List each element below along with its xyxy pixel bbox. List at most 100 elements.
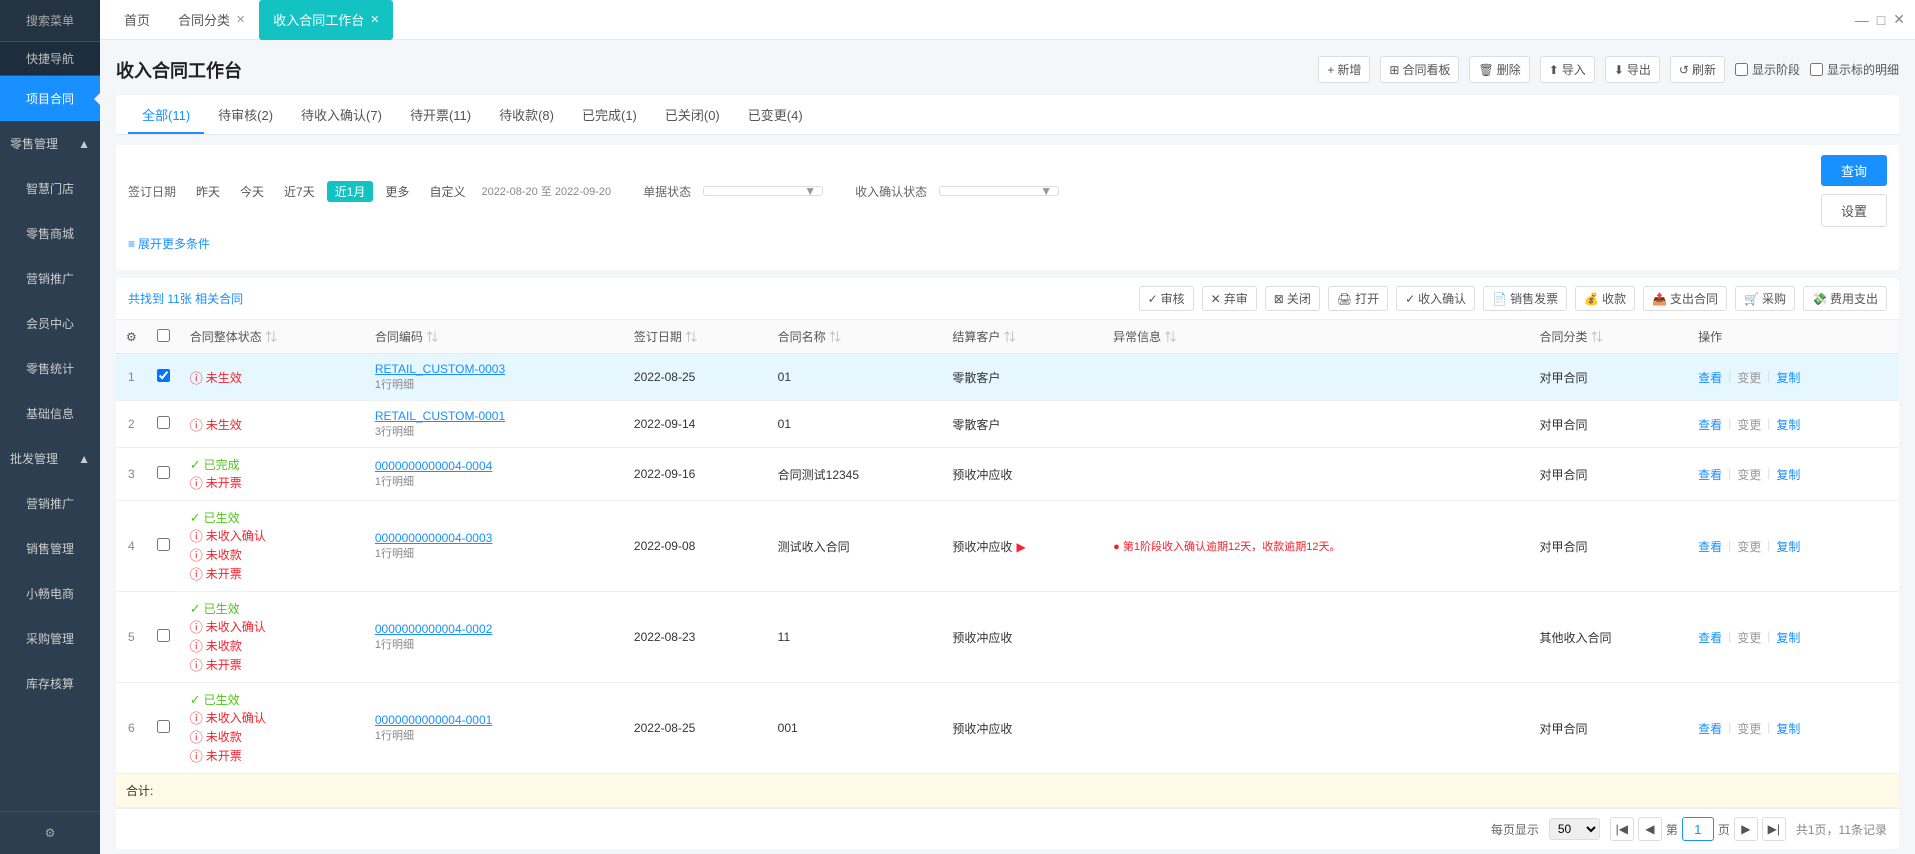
filter-tab-changed[interactable]: 已变更(4): [734, 95, 817, 134]
sidebar-item-marketing[interactable]: 营销推广: [0, 256, 100, 301]
import-button[interactable]: ⬆ 导入: [1540, 56, 1595, 83]
contract-code-link[interactable]: 0000000000004-0004: [375, 459, 492, 473]
date-today[interactable]: 今天: [232, 181, 272, 202]
tab-close-income-contract[interactable]: ✕: [370, 13, 379, 26]
income-confirm-select[interactable]: ▼: [939, 186, 1059, 196]
tab-close-contract-category[interactable]: ✕: [236, 13, 245, 26]
sidebar-quick-nav[interactable]: 快捷导航: [0, 42, 100, 76]
refresh-button[interactable]: ↺ 刷新: [1670, 56, 1725, 83]
col-error-info[interactable]: 异常信息 ⇅: [1103, 320, 1529, 354]
set-button[interactable]: 设置: [1821, 194, 1887, 227]
sidebar-item-xiaocc[interactable]: 小畅电商: [0, 571, 100, 616]
purchase-btn[interactable]: 🛒 采购: [1735, 286, 1795, 311]
sidebar-item-project[interactable]: 项目合同: [0, 76, 100, 121]
action-复制[interactable]: 复制: [1776, 369, 1800, 386]
last-page-btn[interactable]: ▶|: [1762, 817, 1786, 841]
sidebar-item-inventory[interactable]: 库存核算: [0, 661, 100, 706]
action-复制[interactable]: 复制: [1776, 466, 1800, 483]
action-变更[interactable]: 变更: [1737, 538, 1761, 555]
show-detail-checkbox[interactable]: 显示标的明细: [1810, 61, 1899, 78]
cost-out-btn[interactable]: 💸 费用支出: [1803, 286, 1887, 311]
row-checkbox-cell[interactable]: [147, 354, 180, 401]
first-page-btn[interactable]: |◀: [1610, 817, 1634, 841]
print-btn[interactable]: 🖨 打开: [1328, 286, 1388, 311]
prev-page-btn[interactable]: ◀: [1638, 817, 1662, 841]
abandon-btn[interactable]: ✕ 弃审: [1202, 286, 1257, 311]
window-close[interactable]: ✕: [1893, 11, 1905, 28]
close-btn[interactable]: ⊠ 关闭: [1265, 286, 1320, 311]
doc-status-select[interactable]: ▼: [703, 186, 823, 196]
action-查看[interactable]: 查看: [1698, 466, 1722, 483]
action-变更[interactable]: 变更: [1737, 629, 1761, 646]
col-sign-date[interactable]: 签订日期 ⇅: [624, 320, 768, 354]
new-button[interactable]: + 新增: [1318, 56, 1370, 83]
export-button[interactable]: ⬇ 导出: [1605, 56, 1660, 83]
current-page-input[interactable]: [1682, 817, 1714, 841]
contract-code-link[interactable]: RETAIL_CUSTOM-0003: [375, 362, 505, 376]
col-contract-type[interactable]: 合同分类 ⇅: [1530, 320, 1689, 354]
tab-home[interactable]: 首页: [110, 0, 164, 40]
sidebar-item-member[interactable]: 会员中心: [0, 301, 100, 346]
sidebar-item-basic-info[interactable]: 基础信息: [0, 391, 100, 436]
date-last7[interactable]: 近7天: [276, 181, 323, 202]
tab-income-contract[interactable]: 收入合同工作台 ✕: [259, 0, 393, 40]
row-checkbox-cell[interactable]: [147, 592, 180, 683]
contract-code-link[interactable]: 0000000000004-0003: [375, 531, 492, 545]
action-查看[interactable]: 查看: [1698, 369, 1722, 386]
date-custom[interactable]: 自定义: [421, 181, 473, 202]
sidebar-item-purchase[interactable]: 采购管理: [0, 616, 100, 661]
sidebar-item-marketing2[interactable]: 营销推广: [0, 481, 100, 526]
expand-conditions[interactable]: ≡ 展开更多条件: [128, 235, 210, 252]
kanban-button[interactable]: ⊞ 合同看板: [1380, 56, 1459, 83]
action-复制[interactable]: 复制: [1776, 629, 1800, 646]
next-page-btn[interactable]: ▶: [1734, 817, 1758, 841]
action-查看[interactable]: 查看: [1698, 538, 1722, 555]
action-变更[interactable]: 变更: [1737, 416, 1761, 433]
review-btn[interactable]: ✓ 审核: [1139, 286, 1194, 311]
col-contract-code[interactable]: 合同编码 ⇅: [365, 320, 624, 354]
row-checkbox-cell[interactable]: [147, 401, 180, 448]
action-复制[interactable]: 复制: [1776, 538, 1800, 555]
row-checkbox-cell[interactable]: [147, 448, 180, 501]
sidebar-search[interactable]: 搜索菜单: [0, 0, 100, 42]
row-checkbox-cell[interactable]: [147, 501, 180, 592]
sales-invoice-btn[interactable]: 📄 销售发票: [1483, 286, 1567, 311]
delete-button[interactable]: 🗑 删除: [1469, 56, 1529, 83]
query-button[interactable]: 查询: [1821, 155, 1887, 186]
show-segment-checkbox[interactable]: 显示阶段: [1735, 61, 1800, 78]
action-查看[interactable]: 查看: [1698, 629, 1722, 646]
filter-tab-all[interactable]: 全部(11): [128, 95, 204, 134]
tab-contract-category[interactable]: 合同分类 ✕: [164, 0, 259, 40]
filter-tab-pending-invoice[interactable]: 待开票(11): [396, 95, 485, 134]
contract-code-link[interactable]: RETAIL_CUSTOM-0001: [375, 409, 505, 423]
window-minimize[interactable]: —: [1855, 12, 1869, 28]
action-变更[interactable]: 变更: [1737, 369, 1761, 386]
col-checkbox[interactable]: [147, 320, 180, 354]
row-checkbox-cell[interactable]: [147, 683, 180, 774]
action-复制[interactable]: 复制: [1776, 720, 1800, 737]
action-复制[interactable]: 复制: [1776, 416, 1800, 433]
filter-tab-pending-income[interactable]: 待收入确认(7): [287, 95, 396, 134]
filter-tab-pending-payment[interactable]: 待收款(8): [485, 95, 568, 134]
sidebar-item-smart-shop[interactable]: 智慧门店: [0, 166, 100, 211]
sidebar-item-retail-mall[interactable]: 零售商城: [0, 211, 100, 256]
action-变更[interactable]: 变更: [1737, 466, 1761, 483]
expense-out-btn[interactable]: 📤 支出合同: [1643, 286, 1727, 311]
col-settings[interactable]: ⚙: [116, 320, 147, 354]
filter-tab-completed[interactable]: 已完成(1): [568, 95, 651, 134]
income-confirm-btn[interactable]: ✓ 收入确认: [1396, 286, 1475, 311]
filter-tab-pending-review[interactable]: 待审核(2): [204, 95, 287, 134]
sidebar-item-retail-stats[interactable]: 零售统计: [0, 346, 100, 391]
date-more[interactable]: 更多: [377, 181, 417, 202]
action-查看[interactable]: 查看: [1698, 720, 1722, 737]
contract-code-link[interactable]: 0000000000004-0001: [375, 713, 492, 727]
action-查看[interactable]: 查看: [1698, 416, 1722, 433]
col-contract-name[interactable]: 合同名称 ⇅: [768, 320, 943, 354]
contract-code-link[interactable]: 0000000000004-0002: [375, 622, 492, 636]
date-last1month[interactable]: 近1月: [327, 181, 374, 202]
col-customer[interactable]: 结算客户 ⇅: [942, 320, 1103, 354]
sidebar-item-sales-mgmt[interactable]: 销售管理: [0, 526, 100, 571]
sidebar-gear-button[interactable]: ⚙: [0, 811, 100, 854]
date-yesterday[interactable]: 昨天: [188, 181, 228, 202]
collect-btn[interactable]: 💰 收款: [1575, 286, 1635, 311]
